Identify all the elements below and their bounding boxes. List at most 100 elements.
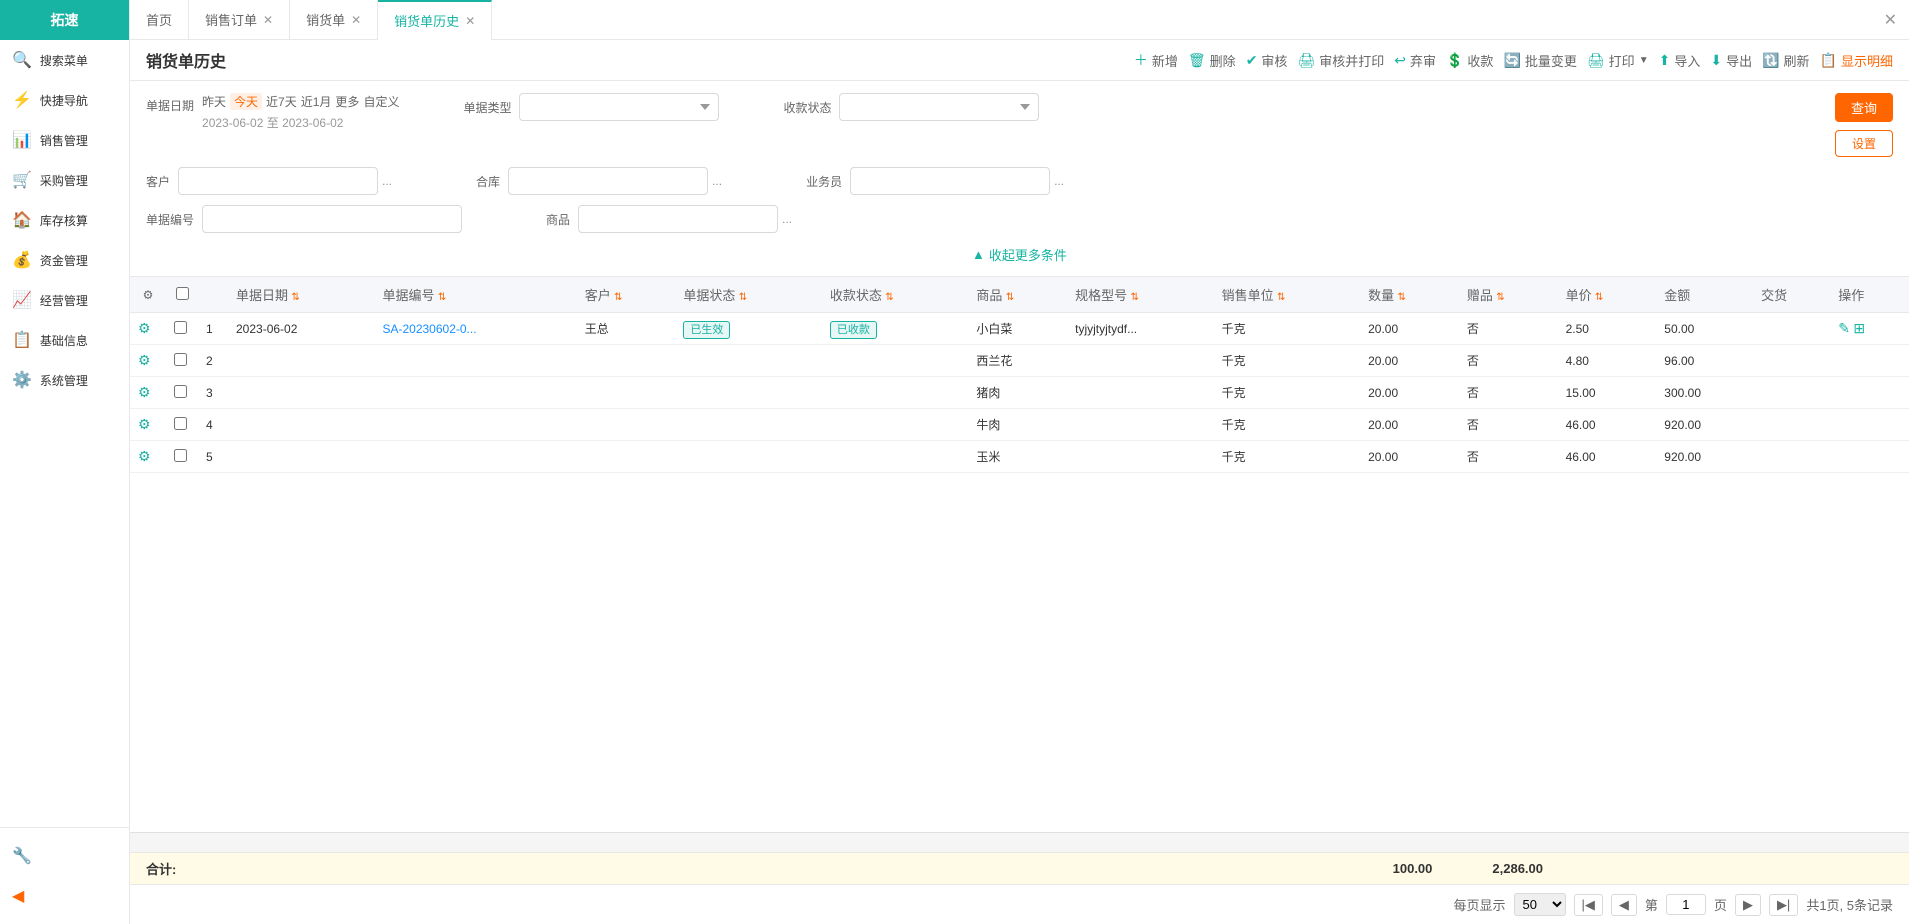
- th-spec[interactable]: 规格型号 ⇅: [1067, 277, 1213, 313]
- doc-date-cell: [228, 441, 374, 473]
- gear-cell: ⚙: [130, 441, 166, 473]
- edit-icon[interactable]: ✎: [1838, 320, 1850, 336]
- print-btn[interactable]: 🖨 打印 ▼: [1587, 51, 1649, 70]
- batch-change-btn[interactable]: 🔄 批量变更: [1503, 51, 1576, 70]
- tab-sales-history-close[interactable]: ✕: [465, 14, 475, 28]
- tab-sales-goods-close[interactable]: ✕: [351, 13, 361, 27]
- staff-picker-btn[interactable]: ...: [1054, 174, 1064, 188]
- row-checkbox-2[interactable]: [174, 385, 187, 398]
- th-customer[interactable]: 客户 ⇅: [577, 277, 676, 313]
- audit-print-btn[interactable]: 🖨 审核并打印: [1297, 51, 1384, 70]
- gift-cell: 否: [1459, 345, 1558, 377]
- set-button[interactable]: 设置: [1835, 130, 1893, 157]
- sidebar-item-business-mgmt[interactable]: 📈 经营管理: [0, 280, 129, 320]
- first-page-btn[interactable]: |◀: [1574, 894, 1603, 916]
- query-button[interactable]: 查询: [1835, 93, 1893, 122]
- customer-input[interactable]: [178, 167, 378, 195]
- gift-cell: 否: [1459, 441, 1558, 473]
- customer-cell: [577, 345, 676, 377]
- audit-btn[interactable]: ✔ 审核: [1246, 51, 1288, 70]
- import-btn[interactable]: ⬆ 导入: [1659, 51, 1701, 70]
- copy-icon[interactable]: ⊞: [1853, 320, 1865, 336]
- sidebar-item-system-mgmt[interactable]: ⚙️ 系统管理: [0, 360, 129, 400]
- customer-cell: [577, 377, 676, 409]
- doc-num-input[interactable]: [202, 205, 462, 233]
- sidebar-item-quick-nav[interactable]: ⚡ 快捷导航: [0, 80, 129, 120]
- tab-bar: 首页 销售订单 ✕ 销货单 ✕ 销货单历史 ✕ ✕: [130, 0, 1909, 40]
- select-all-checkbox[interactable]: [176, 287, 189, 300]
- sidebar-item-search-menu[interactable]: 🔍 搜索菜单: [0, 40, 129, 80]
- settings-icon: 🔧: [12, 846, 32, 866]
- refresh-btn[interactable]: 🔃 刷新: [1762, 51, 1809, 70]
- staff-input[interactable]: [850, 167, 1050, 195]
- tab-close-all-btn[interactable]: ✕: [1872, 10, 1909, 30]
- export-btn[interactable]: ⬇ 导出: [1710, 51, 1752, 70]
- new-btn[interactable]: ＋ 新增: [1134, 50, 1178, 70]
- shortcut-yesterday[interactable]: 昨天: [202, 93, 226, 110]
- th-unit-price[interactable]: 单价 ⇅: [1558, 277, 1657, 313]
- prev-page-btn[interactable]: ◀: [1611, 894, 1637, 916]
- purchase-mgmt-icon: 🛒: [12, 170, 32, 190]
- tab-sales-order[interactable]: 销售订单 ✕: [189, 0, 290, 40]
- payment-status-label: 收款状态: [783, 99, 831, 116]
- doc-num-cell: [374, 409, 576, 441]
- filter-area: 单据日期 昨天 今天 近7天 近1月 更多 自定义 2023-06-02 至 2…: [130, 81, 1909, 277]
- warehouse-input[interactable]: [508, 167, 708, 195]
- action-cell: [1830, 441, 1909, 473]
- th-doc-date[interactable]: 单据日期 ⇅: [228, 277, 374, 313]
- qty-cell: 20.00: [1360, 441, 1459, 473]
- sidebar-collapse-btn[interactable]: ◀: [0, 876, 129, 916]
- th-goods[interactable]: 商品 ⇅: [968, 277, 1067, 313]
- page-header: 销货单历史 ＋ 新增 🗑 删除 ✔ 审核 🖨 审核并打印: [130, 40, 1909, 81]
- customer-picker-btn[interactable]: ...: [382, 174, 392, 188]
- table-area: ⚙ 单据日期 ⇅ 单据编号 ⇅ 客户 ⇅: [130, 277, 1909, 832]
- doc-date-sort-icon: ⇅: [291, 292, 299, 303]
- tab-sales-order-close[interactable]: ✕: [263, 13, 273, 27]
- shortcut-7days[interactable]: 近7天: [266, 93, 297, 110]
- show-detail-icon: 📋: [1820, 52, 1837, 69]
- abandon-btn[interactable]: ↩ 弃审: [1394, 51, 1436, 70]
- delete-btn[interactable]: 🗑 删除: [1188, 51, 1236, 70]
- sidebar-item-basic-info[interactable]: 📋 基础信息: [0, 320, 129, 360]
- doc-type-select[interactable]: [519, 93, 719, 121]
- payment-status-select[interactable]: [839, 93, 1039, 121]
- shortcut-custom[interactable]: 自定义: [363, 93, 399, 110]
- next-page-btn[interactable]: ▶: [1735, 894, 1761, 916]
- th-doc-status[interactable]: 单据状态 ⇅: [675, 277, 821, 313]
- goods-picker-btn[interactable]: ...: [782, 212, 792, 226]
- amount-cell: 920.00: [1656, 441, 1753, 473]
- sidebar-settings-btn[interactable]: 🔧: [0, 836, 129, 876]
- th-doc-num[interactable]: 单据编号 ⇅: [374, 277, 576, 313]
- th-gift[interactable]: 赠品 ⇅: [1459, 277, 1558, 313]
- shortcut-1month[interactable]: 近1月: [301, 93, 332, 110]
- goods-input[interactable]: [578, 205, 778, 233]
- collect-btn[interactable]: 💲 收款: [1446, 51, 1493, 70]
- th-gear[interactable]: ⚙: [130, 277, 166, 313]
- shortcut-today[interactable]: 今天: [230, 93, 262, 110]
- doc-num-sort-icon: ⇅: [438, 292, 446, 303]
- th-qty[interactable]: 数量 ⇅: [1360, 277, 1459, 313]
- shortcut-more[interactable]: 更多: [335, 93, 359, 110]
- table-scrollbar[interactable]: [130, 832, 1909, 852]
- tab-home[interactable]: 首页: [130, 0, 189, 40]
- th-payment-status[interactable]: 收款状态 ⇅: [822, 277, 968, 313]
- show-detail-btn[interactable]: 📋 显示明细: [1820, 51, 1893, 70]
- warehouse-picker-btn[interactable]: ...: [712, 174, 722, 188]
- page-number-input[interactable]: [1666, 894, 1706, 915]
- row-checkbox-0[interactable]: [174, 321, 187, 334]
- sidebar-item-inventory-calc[interactable]: 🏠 库存核算: [0, 200, 129, 240]
- th-unit[interactable]: 销售单位 ⇅: [1214, 277, 1360, 313]
- sidebar-item-purchase-mgmt[interactable]: 🛒 采购管理: [0, 160, 129, 200]
- row-checkbox-4[interactable]: [174, 449, 187, 462]
- collect-icon: 💲: [1446, 52, 1463, 69]
- sidebar-item-finance-mgmt[interactable]: 💰 资金管理: [0, 240, 129, 280]
- tab-sales-history[interactable]: 销货单历史 ✕: [378, 0, 492, 40]
- row-checkbox-3[interactable]: [174, 417, 187, 430]
- per-page-select[interactable]: 50 100 200: [1514, 893, 1566, 916]
- collapse-btn[interactable]: ▲ 收起更多条件: [972, 245, 1067, 264]
- sidebar-item-sales-mgmt[interactable]: 📊 销售管理: [0, 120, 129, 160]
- goods-cell: 西兰花: [968, 345, 1067, 377]
- row-checkbox-1[interactable]: [174, 353, 187, 366]
- tab-sales-goods[interactable]: 销货单 ✕: [290, 0, 378, 40]
- last-page-btn[interactable]: ▶|: [1769, 894, 1798, 916]
